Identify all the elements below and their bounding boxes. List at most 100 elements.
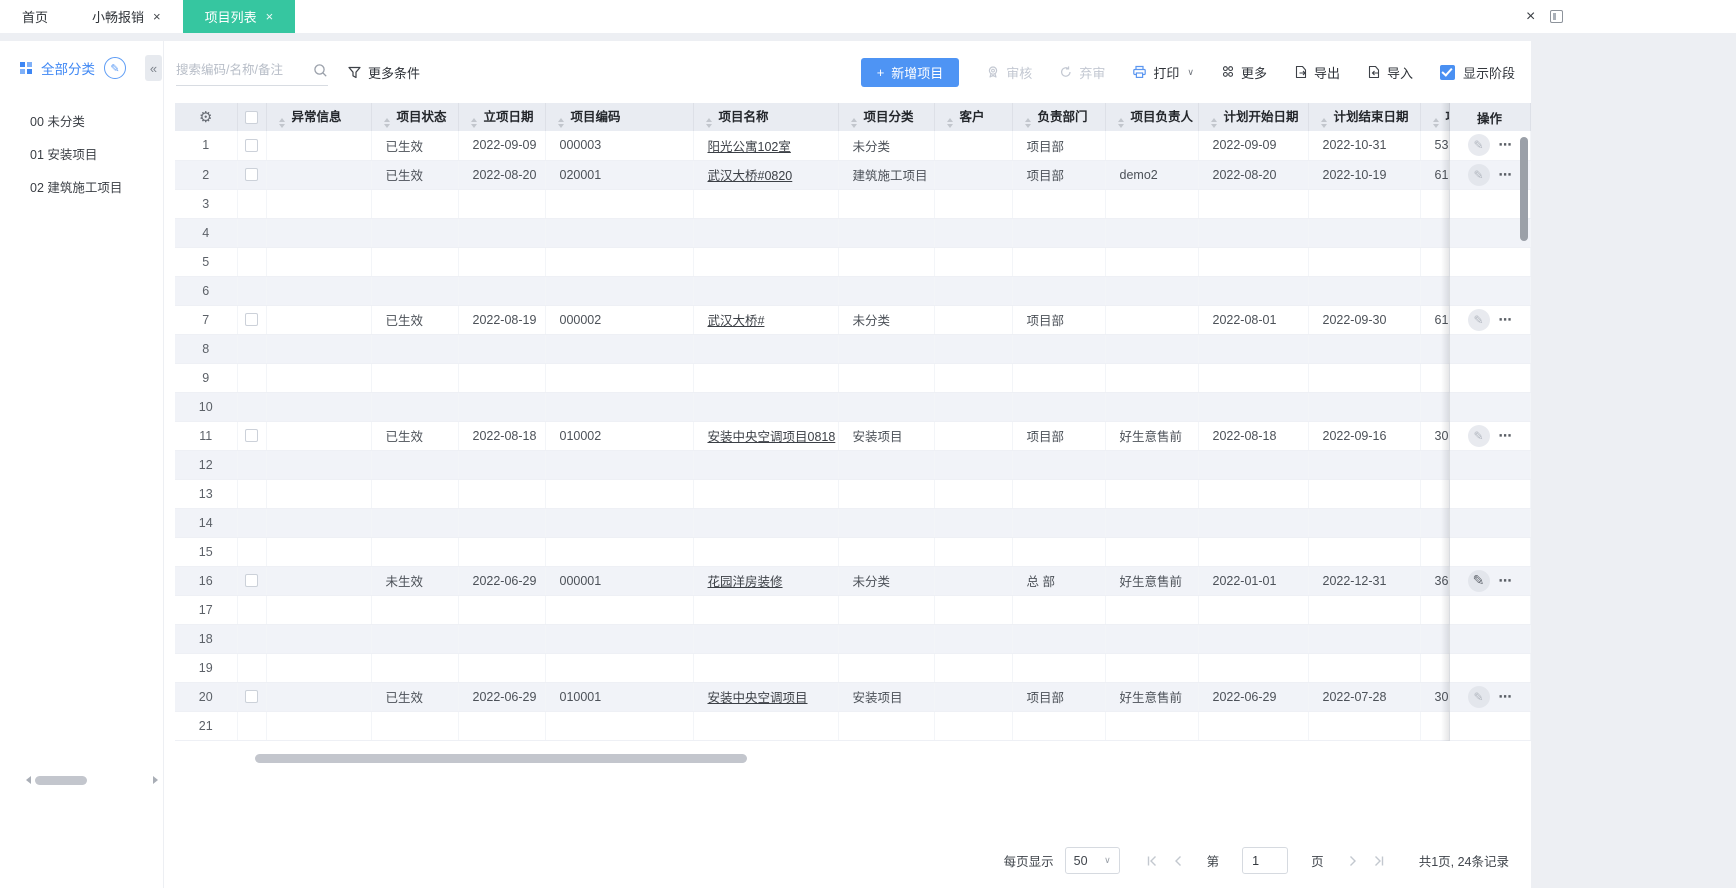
close-tab-icon[interactable]: × (266, 9, 274, 24)
add-project-button[interactable]: + 新增项目 (860, 57, 960, 87)
column-header-7[interactable]: 负责部门 (1012, 103, 1106, 131)
sort-asc-icon[interactable] (1432, 118, 1439, 122)
sort-asc-icon[interactable] (278, 118, 285, 122)
sort-desc-icon[interactable] (946, 124, 953, 128)
sort-asc-icon[interactable] (557, 118, 564, 122)
show-stage-toggle[interactable]: 显示阶段 (1439, 63, 1515, 82)
project-name-link[interactable]: 武汉大桥# (708, 314, 765, 328)
more-button[interactable]: 更多 (1221, 63, 1267, 82)
approve-button[interactable]: 审核 (986, 63, 1032, 82)
row-checkbox[interactable] (244, 429, 258, 442)
panel-toggle-icon[interactable] (1550, 10, 1564, 23)
export-button[interactable]: 导出 (1294, 63, 1340, 82)
tab-home[interactable]: 首页 (0, 0, 70, 33)
first-page-icon[interactable] (1146, 855, 1158, 867)
column-header-9[interactable]: 计划开始日期 (1198, 103, 1309, 131)
sort-icon[interactable] (1024, 118, 1031, 128)
sort-desc-icon[interactable] (705, 124, 712, 128)
sort-icon[interactable] (1210, 118, 1217, 128)
sort-desc-icon[interactable] (470, 124, 477, 128)
column-header-10[interactable]: 计划结束日期 (1308, 103, 1421, 131)
sort-asc-icon[interactable] (850, 118, 857, 122)
table-vertical-scrollbar[interactable] (1520, 137, 1528, 241)
sort-desc-icon[interactable] (850, 124, 857, 128)
close-icon[interactable]: × (1526, 8, 1535, 25)
scroll-right-icon[interactable] (153, 776, 158, 784)
project-name-link[interactable]: 武汉大桥#0820 (708, 169, 793, 183)
gear-icon[interactable]: ⚙ (199, 109, 212, 126)
row-more-icon[interactable]: ⋯ (1499, 573, 1512, 588)
sort-asc-icon[interactable] (470, 118, 477, 122)
last-page-icon[interactable] (1373, 855, 1385, 867)
more-filters-button[interactable]: 更多条件 (348, 63, 420, 82)
edit-category-icon[interactable]: ✎ (104, 57, 126, 79)
sort-icon[interactable] (383, 118, 390, 128)
table-horizontal-scrollbar[interactable] (175, 754, 1531, 764)
abandon-approve-button[interactable]: 弃审 (1059, 63, 1105, 82)
print-button[interactable]: 打印 ∨ (1132, 63, 1194, 82)
column-header-2[interactable]: 立项日期 (458, 103, 546, 131)
sort-icon[interactable] (470, 118, 477, 128)
page-number-input[interactable] (1242, 847, 1289, 874)
sort-desc-icon[interactable] (383, 124, 390, 128)
column-header-8[interactable]: 项目负责人 (1105, 103, 1199, 131)
sidebar-item-1[interactable]: 01 安装项目 (0, 137, 163, 170)
sort-icon[interactable] (1432, 118, 1439, 128)
row-checkbox[interactable] (244, 168, 258, 181)
scroll-left-icon[interactable] (26, 776, 31, 784)
column-header-5[interactable]: 项目分类 (838, 103, 935, 131)
close-tab-icon[interactable]: × (153, 9, 161, 24)
sort-icon[interactable] (1320, 118, 1327, 128)
project-name-link[interactable]: 花园洋房装修 (708, 575, 783, 589)
prev-page-icon[interactable] (1172, 855, 1184, 867)
collapse-sidebar-button[interactable]: « (145, 55, 162, 81)
sort-desc-icon[interactable] (278, 124, 285, 128)
column-settings-button[interactable]: ⚙ (175, 103, 238, 131)
search-input[interactable] (176, 63, 313, 77)
row-more-icon[interactable]: ⋯ (1499, 137, 1512, 152)
sort-asc-icon[interactable] (1320, 118, 1327, 122)
row-more-icon[interactable]: ⋯ (1499, 428, 1512, 443)
next-page-icon[interactable] (1347, 855, 1359, 867)
sort-icon[interactable] (705, 118, 712, 128)
sort-desc-icon[interactable] (1117, 124, 1124, 128)
scrollbar-thumb[interactable] (35, 775, 87, 785)
sort-asc-icon[interactable] (1117, 118, 1124, 122)
tab-expense[interactable]: 小畅报销 × (70, 0, 183, 33)
column-header-1[interactable]: 项目状态 (371, 103, 459, 131)
row-more-icon[interactable]: ⋯ (1499, 167, 1512, 182)
sort-asc-icon[interactable] (1024, 118, 1031, 122)
column-header-4[interactable]: 项目名称 (693, 103, 839, 131)
row-checkbox[interactable] (244, 138, 258, 152)
tab-project-list[interactable]: 项目列表 × (182, 0, 296, 33)
column-header-3[interactable]: 项目编码 (545, 103, 694, 131)
import-button[interactable]: 导入 (1367, 63, 1413, 82)
column-header-11[interactable]: 项 (1420, 103, 1450, 131)
edit-icon[interactable]: ✎ (1467, 569, 1490, 592)
sidebar-item-2[interactable]: 02 建筑施工项目 (0, 170, 163, 203)
sort-desc-icon[interactable] (1210, 124, 1217, 128)
sort-asc-icon[interactable] (946, 118, 953, 122)
row-checkbox[interactable] (244, 690, 258, 703)
project-name-link[interactable]: 安装中央空调项目0818 (708, 430, 836, 444)
sort-icon[interactable] (946, 118, 953, 128)
show-stage-checkbox[interactable] (1439, 64, 1455, 80)
sidebar-horizontal-scrollbar[interactable] (26, 773, 158, 787)
sort-icon[interactable] (1117, 118, 1124, 128)
project-name-link[interactable]: 阳光公寓102室 (708, 140, 791, 154)
sort-icon[interactable] (850, 118, 857, 128)
row-more-icon[interactable]: ⋯ (1499, 689, 1512, 704)
sort-desc-icon[interactable] (1432, 124, 1439, 128)
column-header-6[interactable]: 客户 (934, 103, 1013, 131)
row-more-icon[interactable]: ⋯ (1499, 312, 1512, 327)
sidebar-title[interactable]: 全部分类 (41, 58, 95, 78)
sort-desc-icon[interactable] (1320, 124, 1327, 128)
sort-asc-icon[interactable] (705, 118, 712, 122)
sidebar-item-0[interactable]: 00 未分类 (0, 104, 163, 137)
select-all-checkbox[interactable] (245, 110, 258, 124)
sort-asc-icon[interactable] (1210, 118, 1217, 122)
row-checkbox[interactable] (244, 574, 258, 587)
sort-desc-icon[interactable] (1024, 124, 1031, 128)
per-page-select[interactable]: 50 ∨ (1064, 847, 1120, 874)
sort-asc-icon[interactable] (383, 118, 390, 122)
